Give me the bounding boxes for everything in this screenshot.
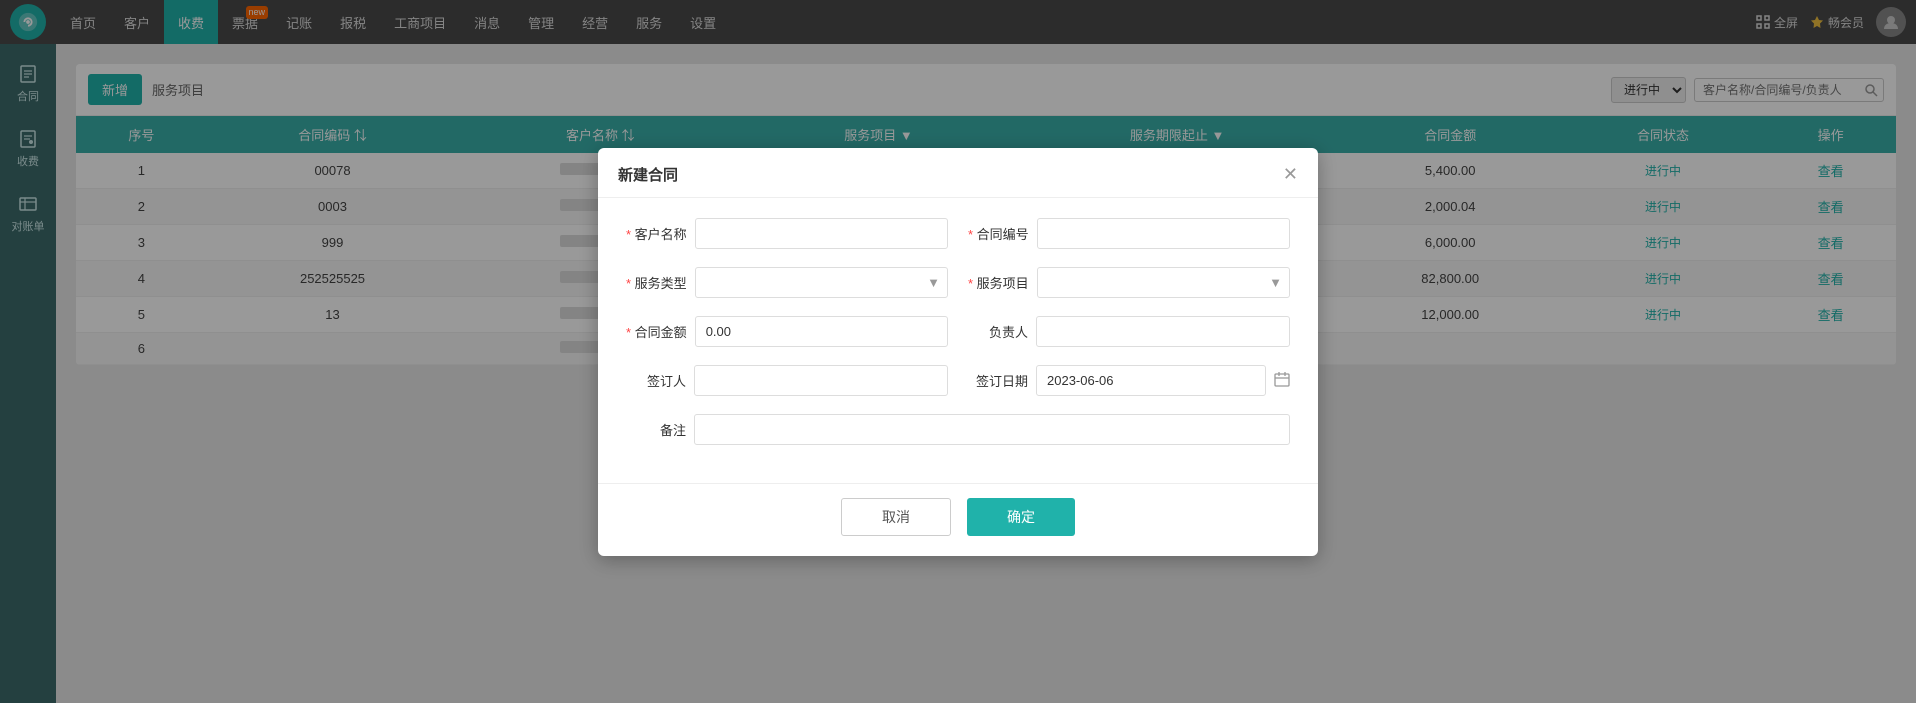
- cancel-button[interactable]: 取消: [841, 498, 951, 536]
- form-group-client: 客户名称: [626, 218, 948, 249]
- signer-input[interactable]: [694, 365, 948, 396]
- remarks-input[interactable]: [694, 414, 1290, 445]
- service-type-label: 服务类型: [626, 273, 687, 292]
- dialog-close-button[interactable]: ✕: [1283, 165, 1298, 183]
- form-group-service-type: 服务类型 ▼: [626, 267, 948, 298]
- dialog-header: 新建合同 ✕: [598, 148, 1318, 198]
- form-row-1: 客户名称 合同编号: [626, 218, 1290, 249]
- form-row-5: 备注: [626, 414, 1290, 445]
- dialog-title: 新建合同: [618, 164, 678, 185]
- dialog-footer: 取消 确定: [598, 483, 1318, 556]
- signer-label: 签订人: [626, 371, 686, 390]
- form-row-2: 服务类型 ▼ 服务项目 ▼: [626, 267, 1290, 298]
- dialog-overlay: 新建合同 ✕ 客户名称 合同编号 服务类型: [0, 0, 1916, 703]
- responsible-label: 负责人: [968, 322, 1028, 341]
- form-group-service-item: 服务项目 ▼: [968, 267, 1290, 298]
- form-group-amount: 合同金额: [626, 316, 948, 347]
- form-row-3: 合同金额 负责人: [626, 316, 1290, 347]
- confirm-button[interactable]: 确定: [967, 498, 1075, 536]
- contract-amount-label: 合同金额: [626, 322, 687, 341]
- contract-amount-input[interactable]: [695, 316, 948, 347]
- contract-no-label: 合同编号: [968, 224, 1029, 243]
- remarks-label: 备注: [626, 420, 686, 439]
- contract-no-input[interactable]: [1037, 218, 1290, 249]
- client-name-label: 客户名称: [626, 224, 687, 243]
- service-type-input[interactable]: [695, 267, 948, 298]
- form-group-responsible: 负责人: [968, 316, 1290, 347]
- service-item-select-wrap: ▼: [1037, 267, 1290, 298]
- service-type-select-wrap: ▼: [695, 267, 948, 298]
- sign-date-label: 签订日期: [968, 371, 1028, 390]
- form-group-remarks: 备注: [626, 414, 1290, 445]
- new-contract-dialog: 新建合同 ✕ 客户名称 合同编号 服务类型: [598, 148, 1318, 556]
- form-row-4: 签订人 签订日期: [626, 365, 1290, 396]
- form-group-signer: 签订人: [626, 365, 948, 396]
- service-item-label: 服务项目: [968, 273, 1029, 292]
- sign-date-input[interactable]: [1036, 365, 1266, 396]
- client-name-input[interactable]: [695, 218, 948, 249]
- responsible-input[interactable]: [1036, 316, 1290, 347]
- form-group-contract-no: 合同编号: [968, 218, 1290, 249]
- dialog-body: 客户名称 合同编号 服务类型 ▼ 服务项目: [598, 198, 1318, 483]
- form-group-sign-date: 签订日期: [968, 365, 1290, 396]
- service-item-input[interactable]: [1037, 267, 1290, 298]
- calendar-icon[interactable]: [1274, 371, 1290, 390]
